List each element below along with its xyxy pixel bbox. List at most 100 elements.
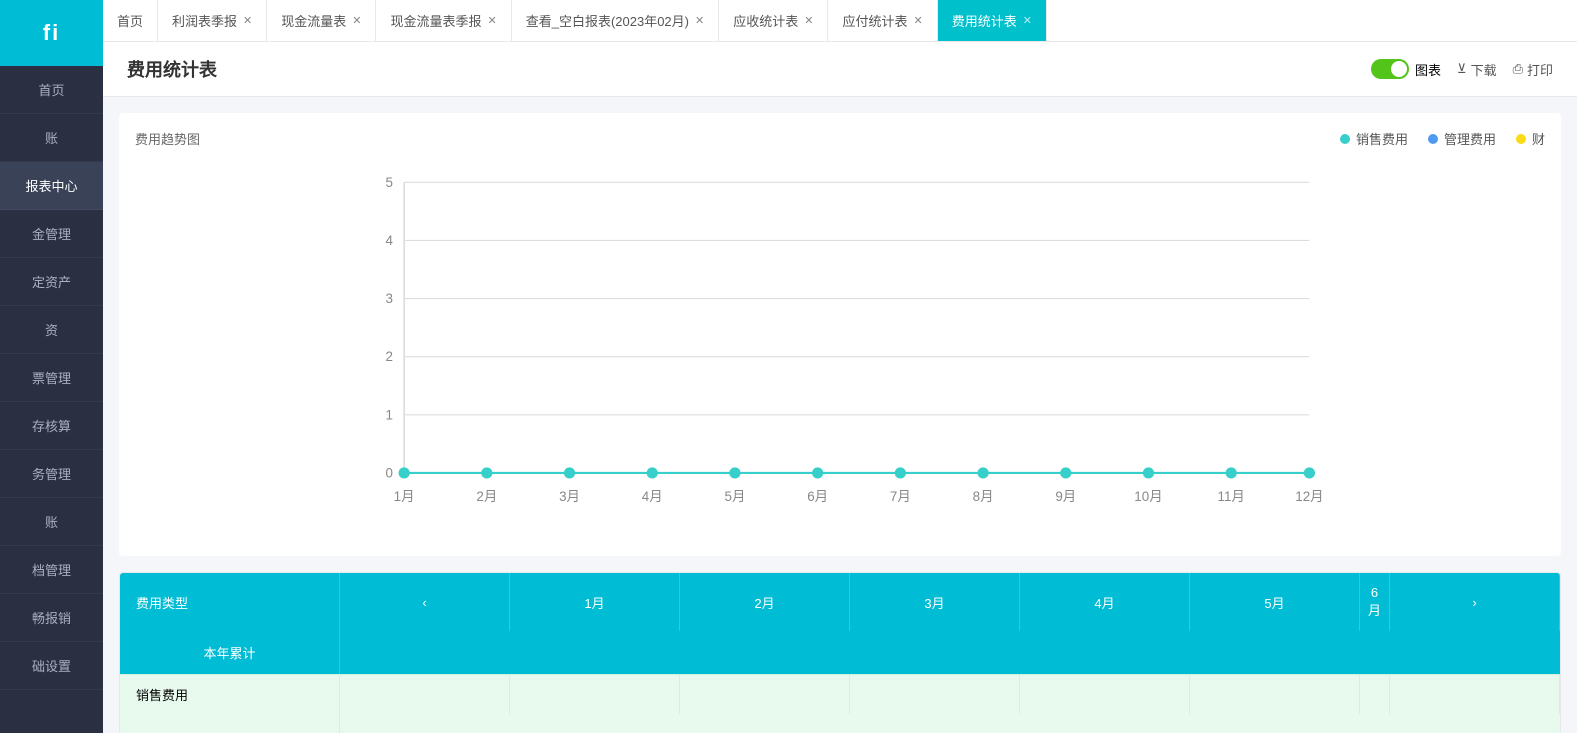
next-arrow-icon: › [1472,595,1476,610]
chart-toggle-label: 图表 [1415,60,1441,79]
svg-text:8月: 8月 [973,489,994,504]
sidebar-item-account[interactable]: 账 [0,114,103,162]
line-chart-svg: 0 1 2 3 4 5 1月 2月 3月 4月 5月 6月 7月 8月 9 [135,160,1545,540]
sidebar: fi 首页 账 报表中心 金管理 定资产 资 票管理 存核算 务管理 账 档管理… [0,0,103,733]
tab-expense-stat[interactable]: 费用统计表 ✕ [938,0,1047,42]
table-cell-ytd [120,714,340,733]
tab-close-cashflow[interactable]: ✕ [352,14,361,27]
legend-admin: 管理费用 [1428,129,1496,148]
table-col-prev[interactable]: ‹ [340,573,510,631]
tab-cashflow-quarter[interactable]: 现金流量表季报 ✕ [376,0,511,42]
sidebar-item-report-center[interactable]: 报表中心 [0,162,103,210]
header-actions: 图表 ⊻ 下载 ⎙ 打印 [1371,59,1553,79]
download-icon: ⊻ [1457,61,1467,77]
tab-home[interactable]: 首页 [103,0,158,42]
tab-close-blank-report[interactable]: ✕ [695,14,704,27]
chart-container: 0 1 2 3 4 5 1月 2月 3月 4月 5月 6月 7月 8月 9 [135,160,1545,540]
tab-cashflow[interactable]: 现金流量表 ✕ [267,0,376,42]
chart-toggle-wrap[interactable]: 图表 [1371,59,1441,79]
table-col-next[interactable]: › [1390,573,1560,631]
legend-label-sales: 销售费用 [1356,129,1408,148]
table-cell-1 [510,675,680,714]
tab-close-cashflow-quarter[interactable]: ✕ [488,14,497,27]
main-content: 首页 利润表季报 ✕ 现金流量表 ✕ 现金流量表季报 ✕ 查看_空白报表(202… [103,0,1577,733]
sidebar-item-service[interactable]: 务管理 [0,450,103,498]
chart-section: 费用趋势图 销售费用 管理费用 财 [119,113,1561,556]
table-col-2: 2月 [680,573,850,631]
tab-close-expense-stat[interactable]: ✕ [1023,14,1032,27]
table-col-ytd: 本年累计 [120,631,340,674]
table-cell-2 [680,675,850,714]
sidebar-item-home[interactable]: 首页 [0,66,103,114]
table-cell-4 [1020,675,1190,714]
page-header: 费用统计表 图表 ⊻ 下载 ⎙ 打印 [103,42,1577,97]
tab-close-payable[interactable]: ✕ [913,14,922,27]
chart-title: 费用趋势图 [135,129,200,148]
tab-receivable[interactable]: 应收统计表 ✕ [719,0,828,42]
chart-header: 费用趋势图 销售费用 管理费用 财 [135,129,1545,148]
page-area: 费用统计表 图表 ⊻ 下载 ⎙ 打印 费用趋势图 [103,42,1577,733]
table-cell-type: 销售费用 [120,675,340,714]
svg-text:9月: 9月 [1055,489,1076,504]
print-button[interactable]: ⎙ 打印 [1513,60,1553,79]
legend-dot-finance [1516,134,1526,144]
svg-text:10月: 10月 [1134,489,1162,504]
tab-close-profit[interactable]: ✕ [243,14,252,27]
svg-text:3: 3 [385,291,392,306]
svg-text:5月: 5月 [725,489,746,504]
svg-text:3月: 3月 [559,489,580,504]
tab-profit[interactable]: 利润表季报 ✕ [158,0,267,42]
table-cell-6 [1360,675,1390,714]
svg-text:11月: 11月 [1218,489,1245,504]
svg-text:4月: 4月 [642,489,663,504]
tab-bar: 首页 利润表季报 ✕ 现金流量表 ✕ 现金流量表季报 ✕ 查看_空白报表(202… [103,0,1577,42]
sidebar-item-ledger[interactable]: 账 [0,498,103,546]
tab-close-receivable[interactable]: ✕ [804,14,813,27]
sidebar-item-expense[interactable]: 畅报销 [0,594,103,642]
legend-label-finance: 财 [1532,129,1545,148]
table-cell-5 [1190,675,1360,714]
table-col-type: 费用类型 [120,573,340,631]
page-title: 费用统计表 [127,56,217,82]
sidebar-item-archive[interactable]: 档管理 [0,546,103,594]
legend-dot-sales [1340,134,1350,144]
sidebar-item-settings[interactable]: 础设置 [0,642,103,690]
table-row-sales: 销售费用 [120,674,1560,733]
table-cell-next [1390,675,1560,714]
legend-label-admin: 管理费用 [1444,129,1496,148]
svg-text:6月: 6月 [807,489,828,504]
table-col-4: 4月 [1020,573,1190,631]
print-icon: ⎙ [1513,61,1523,77]
sidebar-item-resource[interactable]: 资 [0,306,103,354]
tab-payable[interactable]: 应付统计表 ✕ [828,0,937,42]
sidebar-item-ticket[interactable]: 票管理 [0,354,103,402]
table-col-1: 1月 [510,573,680,631]
svg-text:12月: 12月 [1295,489,1323,504]
svg-text:0: 0 [385,465,392,480]
svg-text:4: 4 [385,233,393,248]
table-col-5: 5月 [1190,573,1360,631]
sidebar-item-fixed-assets[interactable]: 定资产 [0,258,103,306]
prev-arrow-icon: ‹ [422,595,426,610]
data-table-section: 费用类型 ‹ 1月 2月 3月 4月 5月 6月 › 本年累计 销售费用 [119,572,1561,733]
legend-sales: 销售费用 [1340,129,1408,148]
legend-dot-admin [1428,134,1438,144]
svg-text:5: 5 [385,175,392,190]
table-header-row: 费用类型 ‹ 1月 2月 3月 4月 5月 6月 › 本年累计 [120,573,1560,674]
svg-text:1月: 1月 [394,489,415,504]
svg-text:1: 1 [385,407,392,422]
legend-finance: 财 [1516,129,1545,148]
svg-text:2: 2 [385,349,392,364]
table-cell-prev [340,675,510,714]
table-col-3: 3月 [850,573,1020,631]
sidebar-logo: fi [0,0,103,66]
sidebar-item-finance[interactable]: 金管理 [0,210,103,258]
tab-blank-report[interactable]: 查看_空白报表(2023年02月) ✕ [512,0,720,42]
chart-toggle[interactable] [1371,59,1409,79]
download-button[interactable]: ⊻ 下载 [1457,60,1497,79]
table-col-6: 6月 [1360,573,1390,631]
svg-text:2月: 2月 [476,489,497,504]
table-cell-3 [850,675,1020,714]
chart-legend: 销售费用 管理费用 财 [1340,129,1545,148]
sidebar-item-inventory[interactable]: 存核算 [0,402,103,450]
